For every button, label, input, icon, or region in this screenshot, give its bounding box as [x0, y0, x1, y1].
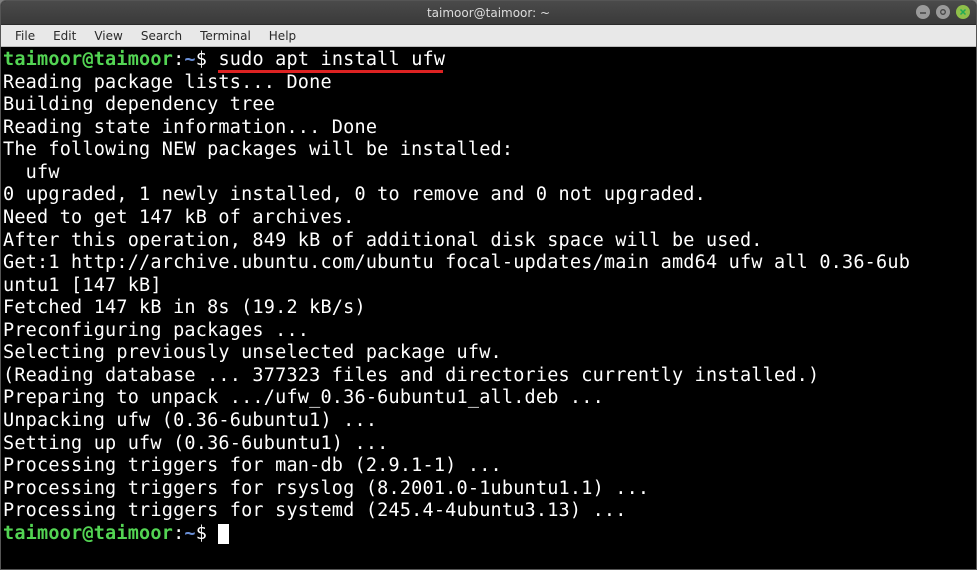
prompt-dollar: $ — [196, 49, 207, 70]
menu-help[interactable]: Help — [261, 27, 304, 45]
command-text: sudo apt install ufw — [218, 49, 445, 70]
prompt-user-host: taimoor@taimoor — [3, 49, 173, 70]
output-line: Processing triggers for rsyslog (8.2001.… — [3, 478, 972, 501]
prompt-dollar: $ — [196, 523, 207, 544]
prompt-sep: : — [173, 49, 184, 70]
menu-search[interactable]: Search — [133, 27, 190, 45]
prompt-user-host: taimoor@taimoor — [3, 523, 173, 544]
output-line: Get:1 http://archive.ubuntu.com/ubuntu f… — [3, 252, 972, 275]
output-line: Reading state information... Done — [3, 117, 972, 140]
output-line: (Reading database ... 377323 files and d… — [3, 365, 972, 388]
menu-view[interactable]: View — [86, 27, 130, 45]
output-line: Processing triggers for systemd (245.4-4… — [3, 500, 972, 523]
output-line: The following NEW packages will be insta… — [3, 139, 972, 162]
output-line: Fetched 147 kB in 8s (19.2 kB/s) — [3, 297, 972, 320]
menu-terminal[interactable]: Terminal — [192, 27, 259, 45]
prompt-path: ~ — [184, 49, 195, 70]
output-line: Selecting previously unselected package … — [3, 342, 972, 365]
prompt-sep: : — [173, 523, 184, 544]
prompt-line: taimoor@taimoor:~$ sudo apt install ufw — [3, 49, 972, 72]
maximize-button[interactable] — [936, 5, 950, 19]
output-line: Preconfiguring packages ... — [3, 320, 972, 343]
window-title: taimoor@taimoor: ~ — [427, 6, 550, 20]
output-line: Building dependency tree — [3, 94, 972, 117]
minimize-button[interactable] — [916, 5, 930, 19]
output-line: After this operation, 849 kB of addition… — [3, 230, 972, 253]
prompt-path: ~ — [184, 523, 195, 544]
output-line: 0 upgraded, 1 newly installed, 0 to remo… — [3, 184, 972, 207]
output-line: Setting up ufw (0.36-6ubuntu1) ... — [3, 433, 972, 456]
output-line: Need to get 147 kB of archives. — [3, 207, 972, 230]
prompt-line: taimoor@taimoor:~$ — [3, 523, 972, 546]
cursor — [218, 524, 229, 544]
output-line: untu1 [147 kB] — [3, 275, 972, 298]
menu-file[interactable]: File — [7, 27, 43, 45]
window-controls — [916, 5, 970, 19]
menubar: File Edit View Search Terminal Help — [1, 25, 976, 47]
titlebar: taimoor@taimoor: ~ — [1, 1, 976, 25]
terminal-window: taimoor@taimoor: ~ File Edit View Search… — [0, 0, 977, 570]
menu-edit[interactable]: Edit — [45, 27, 84, 45]
output-line: Preparing to unpack .../ufw_0.36-6ubuntu… — [3, 387, 972, 410]
underline-annotation — [218, 70, 443, 73]
close-button[interactable] — [956, 5, 970, 19]
command-value: sudo apt install ufw — [218, 49, 445, 70]
terminal-area[interactable]: taimoor@taimoor:~$ sudo apt install ufwR… — [1, 47, 976, 569]
output-line: Unpacking ufw (0.36-6ubuntu1) ... — [3, 410, 972, 433]
output-line: Reading package lists... Done — [3, 72, 972, 95]
output-line: Processing triggers for man-db (2.9.1-1)… — [3, 455, 972, 478]
output-line: ufw — [3, 162, 972, 185]
